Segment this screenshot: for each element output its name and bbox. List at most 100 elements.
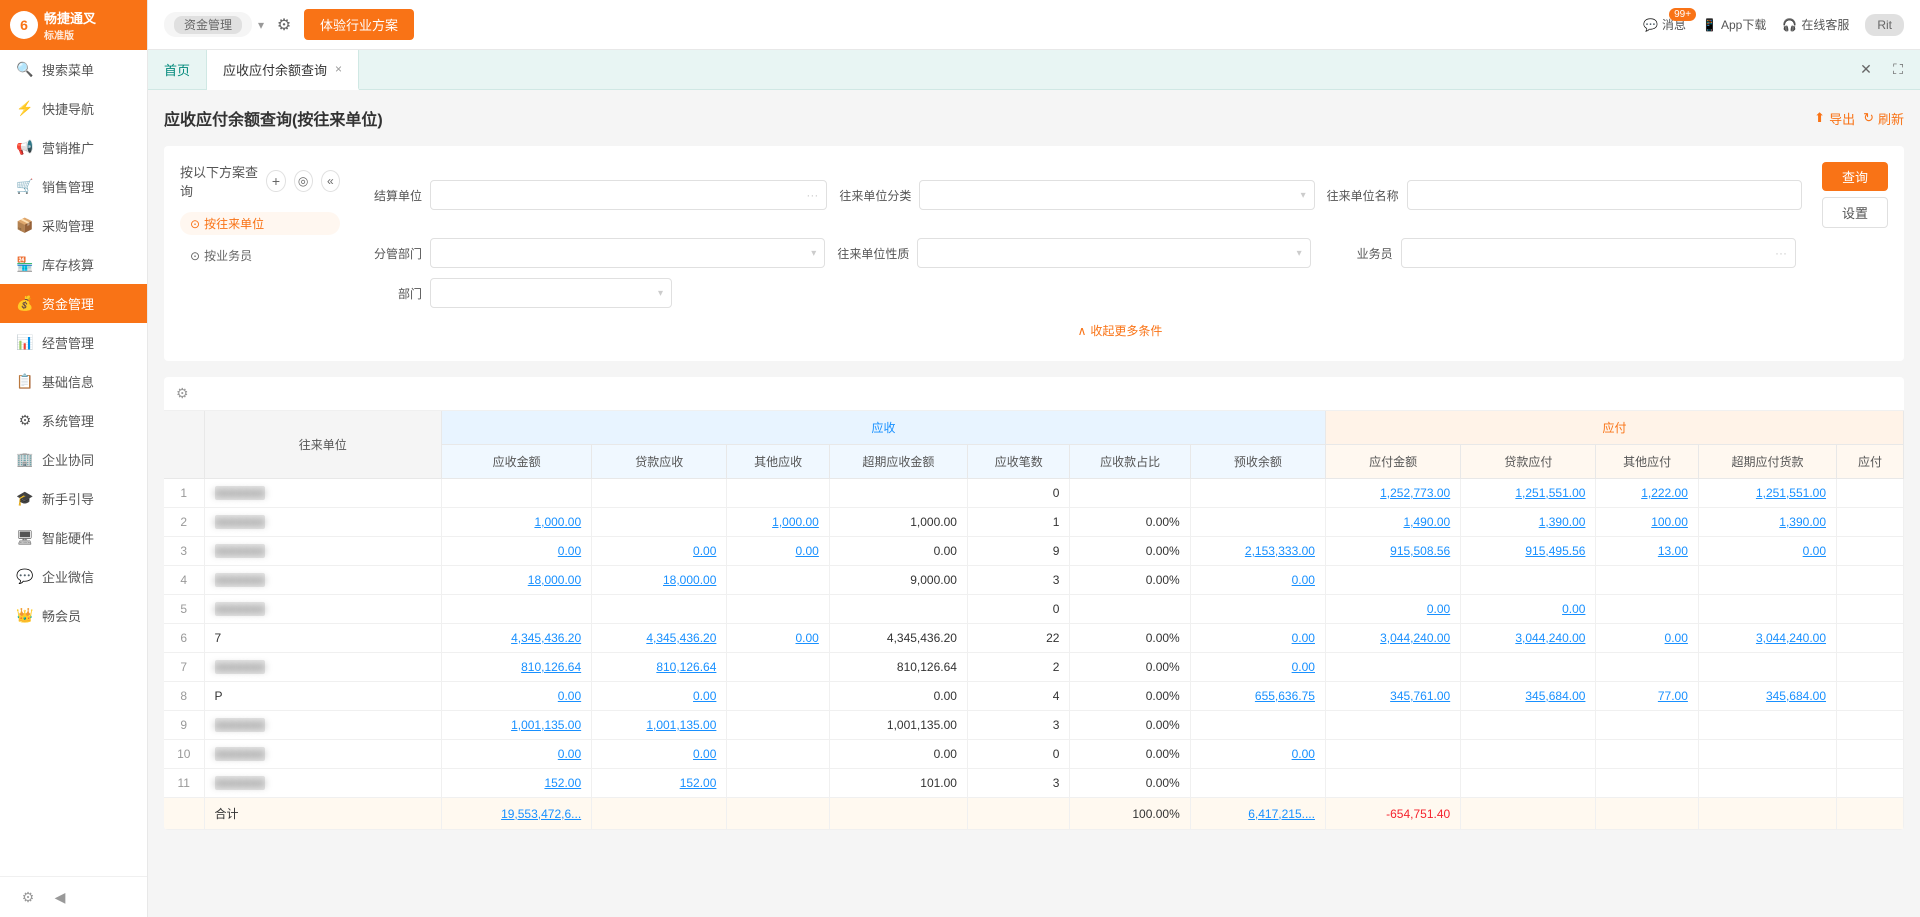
cell-link[interactable]: 0.00 xyxy=(693,544,716,558)
cell-link[interactable]: 0.00 xyxy=(1292,747,1315,761)
footer-receivable[interactable]: 19,553,472,6... xyxy=(442,798,592,830)
cell-link[interactable]: 0.00 xyxy=(1292,631,1315,645)
app-download-btn[interactable]: 📱 App下载 xyxy=(1702,16,1766,33)
sidebar-item-inventory[interactable]: 🏪 库存核算 xyxy=(0,245,147,284)
sidebar-item-basic[interactable]: 📋 基础信息 xyxy=(0,362,147,401)
cell-link[interactable]: 345,761.00 xyxy=(1390,689,1450,703)
tab-close-icon[interactable]: ✕ xyxy=(1854,58,1878,82)
sidebar-item-enterprise[interactable]: 🏢 企业协同 xyxy=(0,440,147,479)
cell-link[interactable]: 3,044,240.00 xyxy=(1515,631,1585,645)
user-avatar[interactable]: Rit xyxy=(1865,14,1904,36)
settings-btn[interactable]: 设置 xyxy=(1822,197,1888,228)
salesperson-input[interactable]: ··· xyxy=(1401,238,1796,268)
online-service-btn[interactable]: 🎧 在线客服 xyxy=(1782,16,1849,33)
sidebar-item-weixin[interactable]: 💬 企业微信 xyxy=(0,557,147,596)
cell-link[interactable]: 18,000.00 xyxy=(528,573,581,587)
sidebar-settings-btn[interactable]: ⚙ xyxy=(16,885,40,909)
cell-link[interactable]: 1,001,135.00 xyxy=(511,718,581,732)
cell-link[interactable]: 4,345,436.20 xyxy=(646,631,716,645)
tab-close-btn[interactable]: × xyxy=(335,62,342,76)
cell-link[interactable]: 0.00 xyxy=(558,747,581,761)
cell-link[interactable]: 1,001,135.00 xyxy=(646,718,716,732)
filter-collapse-btn[interactable]: « xyxy=(321,170,340,192)
sidebar-item-finance[interactable]: 💰 资金管理 xyxy=(0,284,147,323)
cell-link[interactable]: 0.00 xyxy=(693,747,716,761)
cell-link[interactable]: 655,636.75 xyxy=(1255,689,1315,703)
cell-link[interactable]: 4,345,436.20 xyxy=(511,631,581,645)
filter-add-btn[interactable]: + xyxy=(266,170,285,192)
cell-link[interactable]: 3,044,240.00 xyxy=(1756,631,1826,645)
cell-link[interactable]: 3,044,240.00 xyxy=(1380,631,1450,645)
cell-link[interactable]: 0.00 xyxy=(1562,602,1585,616)
sidebar-item-marketing[interactable]: 📢 营销推广 xyxy=(0,128,147,167)
cell-link[interactable]: 810,126.64 xyxy=(656,660,716,674)
cell-link[interactable]: 77.00 xyxy=(1658,689,1688,703)
sidebar-collapse-btn[interactable]: ◀ xyxy=(48,885,72,909)
message-btn[interactable]: 💬 消息 99+ xyxy=(1643,16,1686,33)
cell-link[interactable]: 100.00 xyxy=(1651,515,1688,529)
cell-link[interactable]: 0.00 xyxy=(1803,544,1826,558)
sidebar-item-hardware[interactable]: 🖥 智能硬件 xyxy=(0,518,147,557)
sidebar-item-guide[interactable]: 🎓 新手引导 xyxy=(0,479,147,518)
query-btn[interactable]: 查询 xyxy=(1822,162,1888,191)
cell-link[interactable]: 0.00 xyxy=(558,689,581,703)
cell-link[interactable]: 1,251,551.00 xyxy=(1515,486,1585,500)
cell-link[interactable]: 18,000.00 xyxy=(663,573,716,587)
cell-link[interactable]: 1,000.00 xyxy=(534,515,581,529)
cell-link[interactable]: 1,390.00 xyxy=(1779,515,1826,529)
sidebar-item-purchase[interactable]: 📦 采购管理 xyxy=(0,206,147,245)
export-btn[interactable]: ⬆ 导出 xyxy=(1814,109,1855,128)
division-input[interactable]: ▾ xyxy=(430,238,825,268)
cell-link[interactable]: 152.00 xyxy=(680,776,717,790)
cell-link[interactable]: 1,252,773.00 xyxy=(1380,486,1450,500)
cell-link[interactable]: 0.00 xyxy=(558,544,581,558)
footer-advance-balance[interactable]: 6,417,215.... xyxy=(1190,798,1325,830)
cell-link[interactable]: 810,126.64 xyxy=(521,660,581,674)
scheme-by-salesperson[interactable]: ⊙ 按业务员 xyxy=(180,243,340,268)
tab-home[interactable]: 首页 xyxy=(148,50,207,89)
settlement-input[interactable]: ··· xyxy=(430,180,827,210)
filter-scheme-btn[interactable]: ◎ xyxy=(294,170,313,192)
cell-link[interactable]: 0.00 xyxy=(1292,660,1315,674)
cell-link[interactable]: 345,684.00 xyxy=(1766,689,1826,703)
cell-link[interactable]: 0.00 xyxy=(693,689,716,703)
sidebar-item-operations[interactable]: 📊 经营管理 xyxy=(0,323,147,362)
sidebar-item-search[interactable]: 🔍 搜索菜单 xyxy=(0,50,147,89)
sidebar-item-member[interactable]: 👑 畅会员 xyxy=(0,596,147,635)
topbar-gear-btn[interactable]: ⚙ xyxy=(270,11,298,39)
cell-link[interactable]: 0.00 xyxy=(1427,602,1450,616)
sidebar-item-sales[interactable]: 🛒 销售管理 xyxy=(0,167,147,206)
cell-link[interactable]: 1,000.00 xyxy=(772,515,819,529)
tab-ar-query[interactable]: 应收应付余额查询 × xyxy=(207,50,359,90)
table-settings-icon[interactable]: ⚙ xyxy=(176,385,189,402)
collapse-more-btn[interactable]: ∧ 收起更多条件 xyxy=(1072,316,1169,345)
cell-link[interactable]: 0.00 xyxy=(796,544,819,558)
partner-nature-input[interactable]: ▾ xyxy=(917,238,1310,268)
cell-link[interactable]: 0.00 xyxy=(796,631,819,645)
cell-link[interactable]: 0.00 xyxy=(1292,573,1315,587)
cell-other-payable xyxy=(1596,769,1698,798)
cell-link[interactable]: 1,390.00 xyxy=(1539,515,1586,529)
cell-link[interactable]: 345,684.00 xyxy=(1525,689,1585,703)
cell-link[interactable]: 915,495.56 xyxy=(1525,544,1585,558)
tab-expand-icon[interactable]: ⛶ xyxy=(1886,58,1910,82)
solution-btn[interactable]: 体验行业方案 xyxy=(304,9,414,40)
cell-link[interactable]: 1,222.00 xyxy=(1641,486,1688,500)
cell-link[interactable]: 1,251,551.00 xyxy=(1756,486,1826,500)
scheme-by-partner[interactable]: ⊙ 按往来单位 xyxy=(180,212,340,235)
partner-name-input[interactable] xyxy=(1407,180,1802,210)
name-blurred: ■■■■■■■ xyxy=(215,660,266,674)
scrollable-table[interactable]: 往来单位 应收 应付 应收金额 贷款应收 其他应收 超期应收金额 应收笔数 应收… xyxy=(164,411,1904,830)
cell-overdue-receivable: 101.00 xyxy=(829,769,967,798)
partner-cat-input[interactable]: ▾ xyxy=(919,180,1314,210)
cell-link[interactable]: 2,153,333.00 xyxy=(1245,544,1315,558)
refresh-btn[interactable]: ↻ 刷新 xyxy=(1863,109,1904,128)
cell-link[interactable]: 1,490.00 xyxy=(1403,515,1450,529)
sidebar-item-quick[interactable]: ⚡ 快捷导航 xyxy=(0,89,147,128)
cell-link[interactable]: 915,508.56 xyxy=(1390,544,1450,558)
cell-link[interactable]: 0.00 xyxy=(1665,631,1688,645)
dept-input[interactable]: ▾ xyxy=(430,278,672,308)
cell-link[interactable]: 13.00 xyxy=(1658,544,1688,558)
cell-link[interactable]: 152.00 xyxy=(544,776,581,790)
sidebar-item-system[interactable]: ⚙ 系统管理 xyxy=(0,401,147,440)
